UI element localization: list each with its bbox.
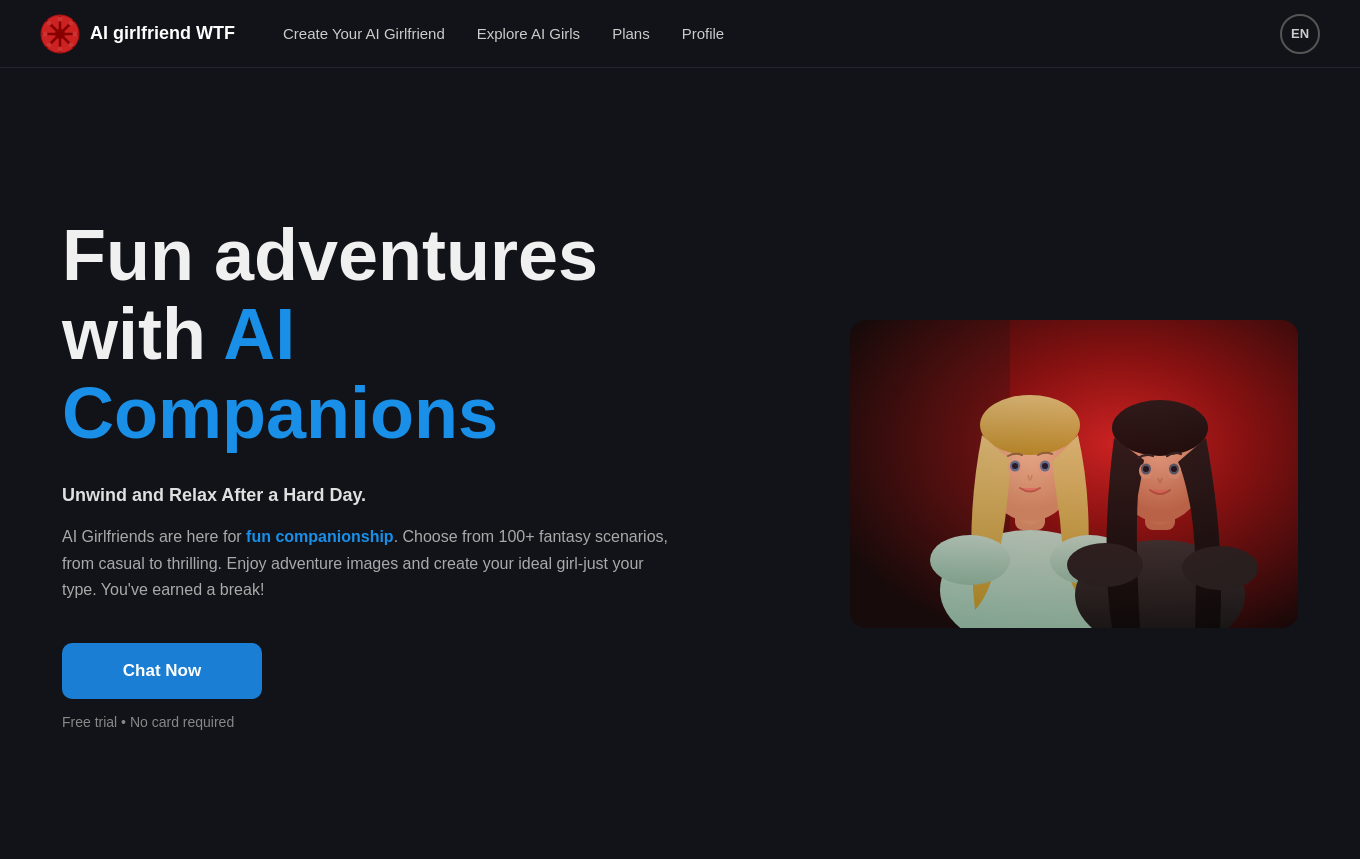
svg-point-10	[47, 20, 52, 25]
svg-rect-40	[850, 320, 1298, 628]
language-button[interactable]: EN	[1280, 14, 1320, 54]
svg-point-12	[69, 20, 74, 25]
nav-link-profile[interactable]: Profile	[682, 25, 725, 42]
hero-image	[850, 320, 1298, 628]
svg-point-11	[69, 42, 74, 47]
hero-body: AI Girlfriends are here for fun companio…	[62, 524, 682, 603]
svg-point-6	[58, 16, 63, 21]
nav-right: EN	[1280, 14, 1320, 54]
hero-heading: Fun adventures with AI Companions	[62, 216, 762, 454]
svg-point-13	[47, 42, 52, 47]
hero-heading-ai: AI	[223, 294, 295, 374]
hero-heading-text1: Fun adventures with	[62, 215, 598, 374]
nav-link-explore[interactable]: Explore AI Girls	[477, 25, 580, 42]
free-trial-note: Free trial • No card required	[62, 714, 234, 730]
svg-point-7	[58, 46, 63, 51]
nav-link-plans[interactable]: Plans	[612, 25, 650, 42]
chat-now-button[interactable]: Chat Now	[62, 643, 262, 699]
hero-body-prefix: AI Girlfriends are here for	[62, 528, 246, 545]
svg-point-8	[43, 31, 48, 36]
navbar: AI girlfriend WTF Create Your AI Girlfri…	[0, 0, 1360, 68]
hero-section: Fun adventures with AI Companions Unwind…	[0, 68, 1360, 859]
nav-link-create[interactable]: Create Your AI Girlfriend	[283, 25, 445, 42]
svg-point-9	[73, 31, 78, 36]
nav-links: Create Your AI Girlfriend Explore AI Gir…	[283, 25, 1280, 42]
brand-logo-icon	[40, 14, 80, 54]
hero-content: Fun adventures with AI Companions Unwind…	[62, 216, 762, 732]
hero-body-link: fun companionship	[246, 528, 394, 545]
brand-logo-link[interactable]: AI girlfriend WTF	[40, 14, 235, 54]
hero-cta-area: Chat Now Free trial • No card required	[62, 643, 762, 731]
hero-subtitle: Unwind and Relax After a Hard Day.	[62, 485, 762, 506]
hero-illustration	[850, 320, 1298, 628]
brand-name: AI girlfriend WTF	[90, 23, 235, 44]
hero-heading-companions: Companions	[62, 373, 498, 453]
